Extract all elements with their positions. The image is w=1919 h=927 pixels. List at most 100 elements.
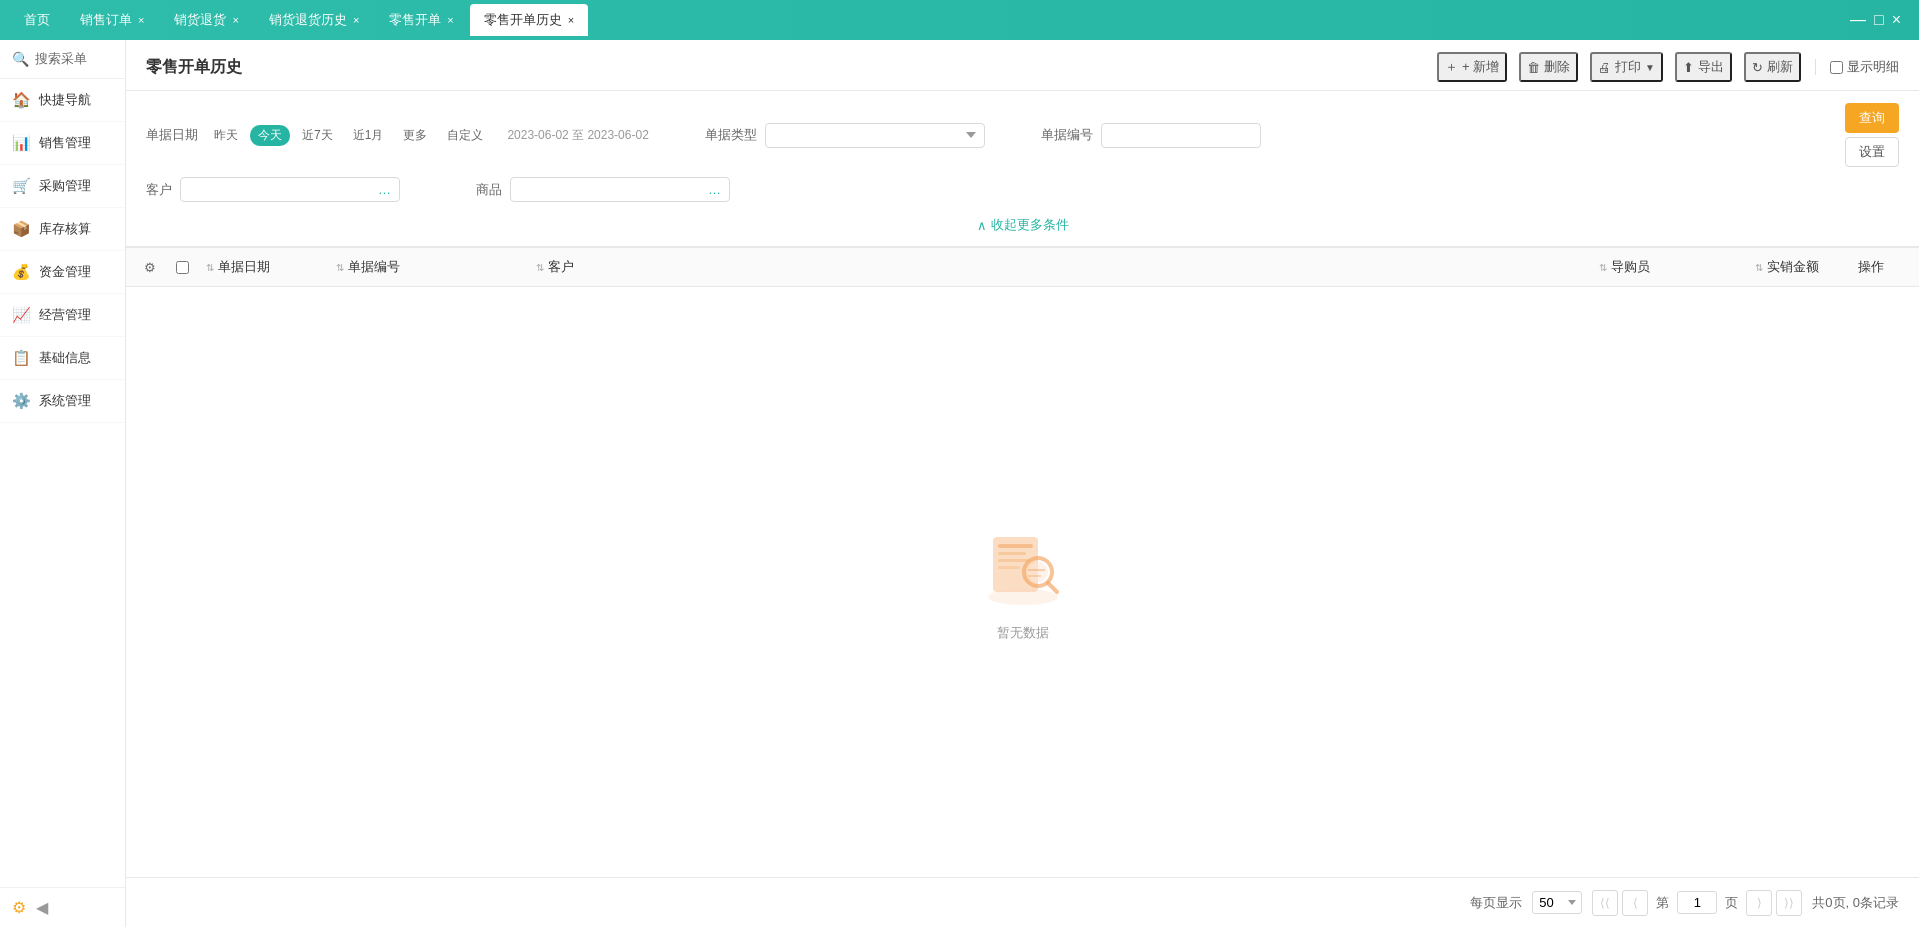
tab-sales-order[interactable]: 销售订单 × bbox=[66, 4, 158, 36]
sidebar-item-purchase-mgmt[interactable]: 🛒 采购管理 bbox=[0, 165, 125, 208]
close-retail-history-icon[interactable]: × bbox=[568, 14, 574, 26]
sidebar-item-quick-nav[interactable]: 🏠 快捷导航 bbox=[0, 79, 125, 122]
display-detail-checkbox-label[interactable]: 显示明细 bbox=[1830, 58, 1899, 76]
delete-icon: 🗑 bbox=[1527, 60, 1540, 75]
window-maximize[interactable]: □ bbox=[1874, 11, 1884, 29]
svg-line-8 bbox=[1048, 583, 1057, 592]
sidebar-search-label: 搜索采单 bbox=[35, 50, 87, 68]
per-page-label: 每页显示 bbox=[1470, 894, 1522, 912]
shortcut-yesterday[interactable]: 昨天 bbox=[206, 125, 246, 146]
th-date[interactable]: ⇅ 单据日期 bbox=[198, 258, 328, 276]
sidebar-item-finance[interactable]: 💰 资金管理 bbox=[0, 251, 125, 294]
empty-text: 暂无数据 bbox=[997, 624, 1049, 642]
th-action: 操作 bbox=[1831, 258, 1911, 276]
quick-nav-icon: 🏠 bbox=[12, 91, 31, 109]
last-page-button[interactable]: ⟩⟩ bbox=[1776, 890, 1802, 916]
sys-mgmt-icon: ⚙️ bbox=[12, 392, 31, 410]
settings-button[interactable]: 设置 bbox=[1845, 137, 1899, 167]
close-retail-open-icon[interactable]: × bbox=[447, 14, 453, 26]
sidebar-item-sales-mgmt[interactable]: 📊 销售管理 bbox=[0, 122, 125, 165]
sidebar-item-inventory[interactable]: 📦 库存核算 bbox=[0, 208, 125, 251]
filter-date: 单据日期 昨天 今天 近7天 近1月 更多 自定义 bbox=[146, 125, 491, 146]
collapse-sidebar-icon[interactable]: ◀ bbox=[36, 898, 48, 917]
shortcut-more[interactable]: 更多 bbox=[395, 125, 435, 146]
export-label: 导出 bbox=[1698, 58, 1724, 76]
tab-home-label: 首页 bbox=[24, 11, 50, 29]
query-button[interactable]: 查询 bbox=[1845, 103, 1899, 133]
top-bar: 首页 销售订单 × 销货退货 × 销货退货历史 × 零售开单 × 零售开单历史 … bbox=[0, 0, 1919, 40]
pagination: 每页显示 50 10 20 100 ⟨⟨ ⟨ 第 页 ⟩ ⟩⟩ 共0页, 0条记… bbox=[126, 877, 1919, 927]
th-number-label: 单据编号 bbox=[348, 258, 400, 276]
tab-retail-history[interactable]: 零售开单历史 × bbox=[470, 4, 588, 36]
settings-bottom-icon[interactable]: ⚙ bbox=[12, 898, 26, 917]
close-sales-return-icon[interactable]: × bbox=[232, 14, 238, 26]
shortcut-today[interactable]: 今天 bbox=[250, 125, 290, 146]
th-number[interactable]: ⇅ 单据编号 bbox=[328, 258, 528, 276]
empty-state: 暂无数据 bbox=[126, 287, 1919, 877]
page-label-pre: 第 bbox=[1656, 894, 1669, 912]
empty-illustration bbox=[973, 522, 1073, 612]
number-input[interactable] bbox=[1101, 123, 1261, 148]
refresh-icon: ↻ bbox=[1752, 60, 1763, 75]
print-label: 打印 bbox=[1615, 58, 1641, 76]
type-select[interactable] bbox=[765, 123, 985, 148]
filter-type: 单据类型 bbox=[705, 123, 985, 148]
basic-info-icon: 📋 bbox=[12, 349, 31, 367]
tab-sales-return[interactable]: 销货退货 × bbox=[160, 4, 252, 36]
window-close[interactable]: × bbox=[1892, 11, 1901, 29]
type-filter-label: 单据类型 bbox=[705, 126, 757, 144]
th-amount-label: 实销金额 bbox=[1767, 258, 1819, 276]
tab-home[interactable]: 首页 bbox=[10, 4, 64, 36]
close-sales-order-icon[interactable]: × bbox=[138, 14, 144, 26]
sidebar-item-basic-info[interactable]: 📋 基础信息 bbox=[0, 337, 125, 380]
print-icon: 🖨 bbox=[1598, 60, 1611, 75]
shortcut-7days[interactable]: 近7天 bbox=[294, 125, 341, 146]
tab-retail-open[interactable]: 零售开单 × bbox=[375, 4, 467, 36]
column-settings-icon[interactable]: ⚙ bbox=[134, 260, 166, 275]
next-page-button[interactable]: ⟩ bbox=[1746, 890, 1772, 916]
svg-rect-3 bbox=[998, 552, 1026, 555]
page-input[interactable] bbox=[1677, 891, 1717, 914]
shortcut-custom[interactable]: 自定义 bbox=[439, 125, 491, 146]
sidebar-search[interactable]: 🔍 搜索采单 bbox=[0, 40, 125, 79]
tab-sales-return-history[interactable]: 销货退货历史 × bbox=[255, 4, 373, 36]
per-page-select[interactable]: 50 10 20 100 bbox=[1532, 891, 1582, 914]
tab-sales-return-label: 销货退货 bbox=[174, 11, 226, 29]
sidebar-item-purchase-mgmt-label: 采购管理 bbox=[39, 177, 91, 195]
filter-number: 单据编号 bbox=[1041, 123, 1261, 148]
customer-ellipsis[interactable]: … bbox=[180, 177, 400, 202]
product-ellipsis[interactable]: … bbox=[510, 177, 730, 202]
sidebar-item-sys-mgmt[interactable]: ⚙️ 系统管理 bbox=[0, 380, 125, 423]
prev-page-button[interactable]: ⟨ bbox=[1622, 890, 1648, 916]
th-guide[interactable]: ⇅ 导购员 bbox=[1591, 258, 1711, 276]
select-all-checkbox[interactable] bbox=[176, 261, 189, 274]
refresh-button[interactable]: ↻ 刷新 bbox=[1744, 52, 1801, 82]
sidebar-item-operations[interactable]: 📈 经营管理 bbox=[0, 294, 125, 337]
close-sales-return-history-icon[interactable]: × bbox=[353, 14, 359, 26]
first-page-button[interactable]: ⟨⟨ bbox=[1592, 890, 1618, 916]
product-filter-label: 商品 bbox=[476, 181, 502, 199]
print-dropdown-icon: ▼ bbox=[1645, 62, 1655, 73]
th-customer-label: 客户 bbox=[548, 258, 574, 276]
display-detail-checkbox[interactable] bbox=[1830, 61, 1843, 74]
collapse-icon: ∧ bbox=[977, 218, 987, 233]
th-customer[interactable]: ⇅ 客户 bbox=[528, 258, 1591, 276]
toolbar-actions: ＋ + 新增 🗑 删除 🖨 打印 ▼ ⬆ 导出 ↻ bbox=[1437, 52, 1899, 82]
shortcut-1month[interactable]: 近1月 bbox=[345, 125, 392, 146]
page-total: 共0页, 0条记录 bbox=[1812, 894, 1899, 912]
th-date-label: 单据日期 bbox=[218, 258, 270, 276]
search-icon: 🔍 bbox=[12, 51, 29, 67]
th-sort-icon-amount: ⇅ bbox=[1755, 262, 1763, 273]
export-button[interactable]: ⬆ 导出 bbox=[1675, 52, 1732, 82]
add-label: + 新增 bbox=[1462, 58, 1499, 76]
toolbar-divider bbox=[1815, 59, 1816, 75]
svg-rect-5 bbox=[998, 566, 1020, 569]
print-button[interactable]: 🖨 打印 ▼ bbox=[1590, 52, 1663, 82]
th-sort-icon-guide: ⇅ bbox=[1599, 262, 1607, 273]
th-amount[interactable]: ⇅ 实销金额 bbox=[1711, 258, 1831, 276]
sidebar-bottom: ⚙ ◀ bbox=[0, 887, 125, 927]
add-button[interactable]: ＋ + 新增 bbox=[1437, 52, 1507, 82]
collapse-more-button[interactable]: ∧ 收起更多条件 bbox=[146, 212, 1899, 234]
window-minimize[interactable]: — bbox=[1850, 11, 1866, 29]
delete-button[interactable]: 🗑 删除 bbox=[1519, 52, 1578, 82]
